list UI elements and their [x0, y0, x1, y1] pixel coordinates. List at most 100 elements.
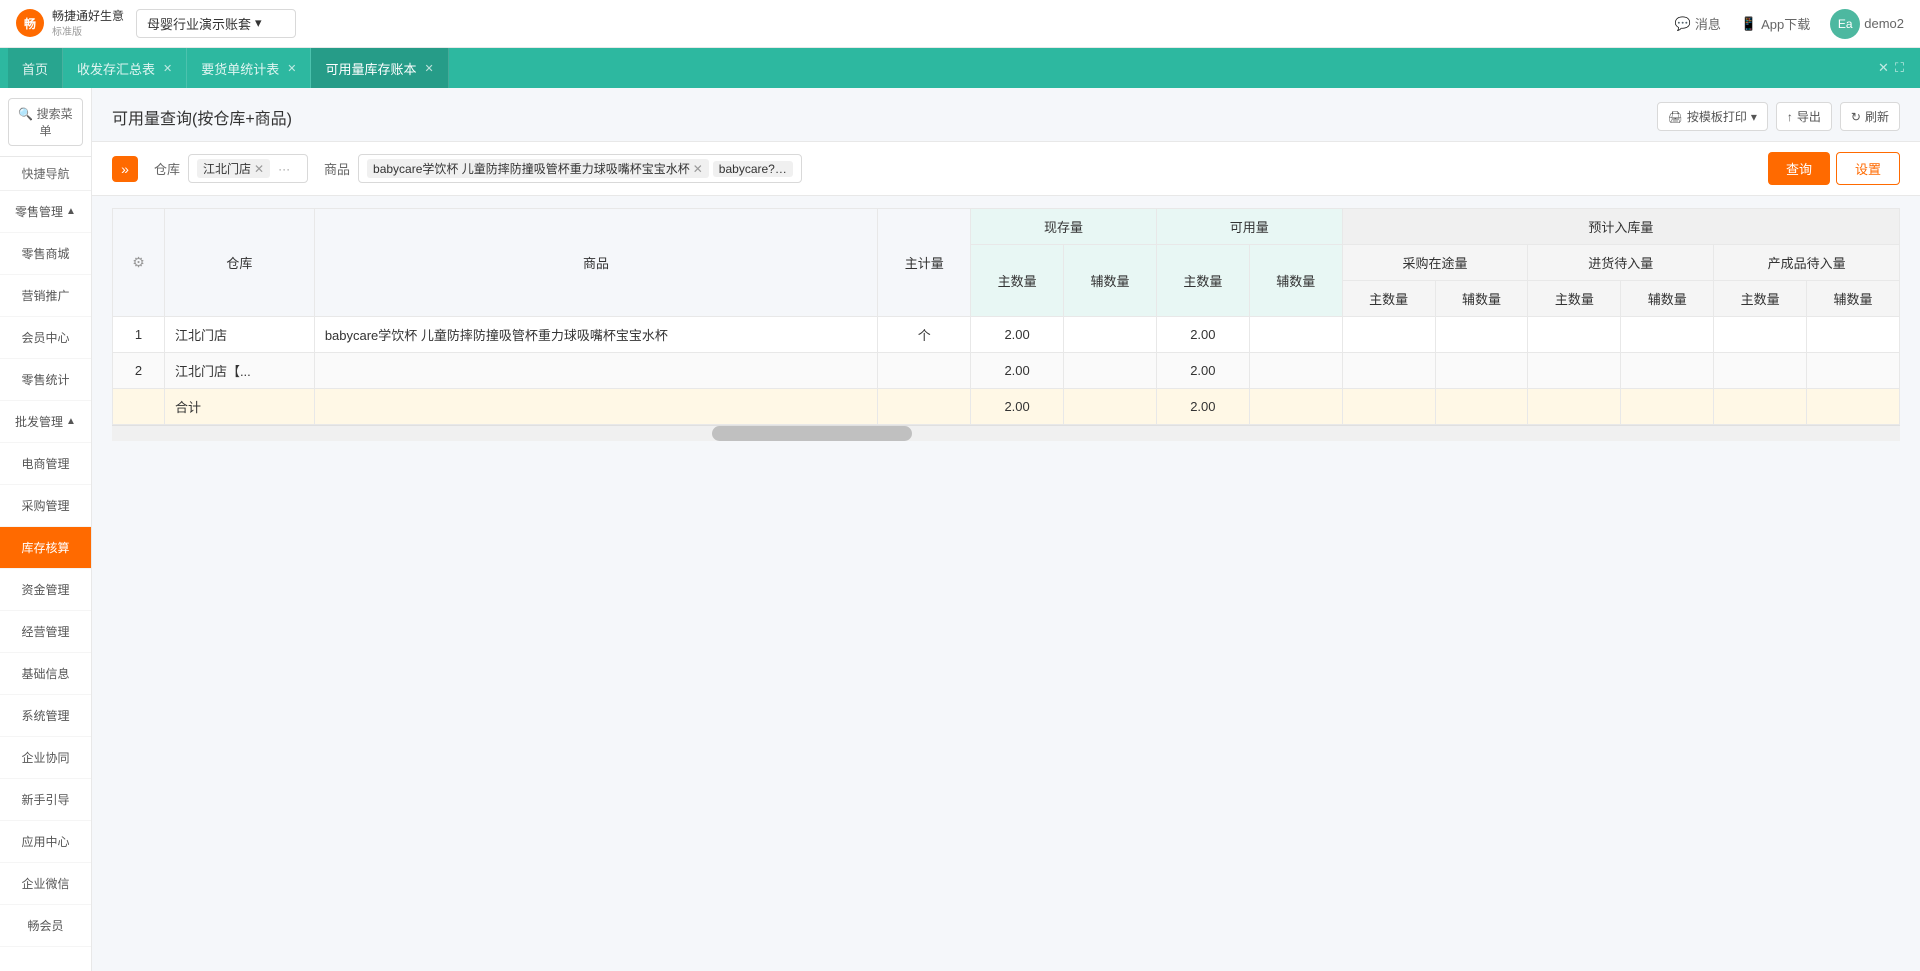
sidebar-item-retail-mgmt[interactable]: 零售管理 ▲ — [0, 191, 91, 233]
product-tag-1-remove[interactable]: ✕ — [693, 162, 703, 176]
sidebar-item-inventory-check[interactable]: 库存核算 — [0, 527, 91, 569]
sidebar-item-operation[interactable]: 经营管理 — [0, 611, 91, 653]
th-current-main: 主数量 — [971, 245, 1064, 317]
summary-current-main: 2.00 — [971, 389, 1064, 425]
sidebar-item-member[interactable]: 畅会员 — [0, 905, 91, 947]
logo-sub: 标准版 — [52, 23, 124, 38]
gear-icon[interactable]: ⚙ — [132, 254, 145, 270]
logo-text: 畅捷通好生意 — [52, 9, 124, 23]
tab-available-ledger-close[interactable]: ✕ — [425, 62, 434, 75]
row1-current-aux — [1064, 317, 1157, 353]
chevron-down-icon3: ▾ — [1751, 110, 1757, 124]
tab-available-ledger[interactable]: 可用量库存账本 ✕ — [311, 48, 448, 88]
nav-tabs: 首页 收发存汇总表 ✕ 要货单统计表 ✕ 可用量库存账本 ✕ ✕ ⛶ — [0, 48, 1920, 88]
row2-warehouse: 江北门店【... — [164, 353, 314, 389]
close-all-icon: ✕ — [1878, 60, 1889, 76]
row2-purchase-main — [1342, 353, 1435, 389]
row1-available-main: 2.00 — [1156, 317, 1249, 353]
print-icon: 🖨 — [1668, 110, 1683, 124]
row2-current-main: 2.00 — [971, 353, 1064, 389]
page-title: 可用量查询(按仓库+商品) — [112, 105, 292, 129]
sidebar-member-label: 畅会员 — [27, 917, 63, 934]
scrollbar-thumb[interactable] — [712, 426, 912, 441]
industry-select[interactable]: 母婴行业演示账套 ▾ — [136, 9, 296, 38]
user-name: demo2 — [1864, 16, 1904, 31]
search-menu-btn[interactable]: 🔍 搜索菜单 — [8, 98, 83, 146]
industry-label: 母婴行业演示账套 — [147, 14, 251, 33]
tab-receive-summary[interactable]: 收发存汇总表 ✕ — [63, 48, 187, 88]
tab-receive-summary-close[interactable]: ✕ — [163, 62, 172, 75]
maximize-icon: ⛶ — [1895, 60, 1904, 76]
content-area: 可用量查询(按仓库+商品) 🖨 按模板打印 ▾ ↑ 导出 ↻ 刷新 — [92, 88, 1920, 971]
table-container: ⚙ 仓库 商品 主计量 现存量 可用量 预计入库量 主数量 辅数量 主数量 辅数… — [92, 196, 1920, 971]
row1-warehouse: 江北门店 — [164, 317, 314, 353]
sidebar-new-guide-label: 新手引导 — [21, 791, 69, 808]
product-input[interactable]: babycare学饮杯 儿童防摔防撞吸管杯重力球吸嘴杯宝宝水杯 ✕ babyca… — [358, 154, 802, 183]
tab-home[interactable]: 首页 — [8, 48, 63, 88]
sidebar-item-finance[interactable]: 资金管理 — [0, 569, 91, 611]
sidebar-item-member-center[interactable]: 会员中心 — [0, 317, 91, 359]
tab-receive-summary-label: 收发存汇总表 — [77, 59, 155, 78]
sidebar-finance-label: 资金管理 — [21, 581, 69, 598]
sidebar-item-system[interactable]: 系统管理 — [0, 695, 91, 737]
page-actions: 🖨 按模板打印 ▾ ↑ 导出 ↻ 刷新 — [1657, 102, 1900, 131]
filter-expand-btn[interactable]: » — [112, 156, 138, 182]
sidebar-item-retail-mall[interactable]: 零售商城 — [0, 233, 91, 275]
th-purchase: 采购在途量 — [1342, 245, 1528, 281]
chevron-down-icon: ▾ — [255, 15, 262, 31]
top-bar-right: 💬 消息 📱 App下载 Ea demo2 — [1675, 9, 1904, 39]
quick-nav-label: 快捷导航 — [21, 167, 69, 181]
sidebar-item-marketing[interactable]: 营销推广 — [0, 275, 91, 317]
sidebar-item-purchase[interactable]: 采购管理 — [0, 485, 91, 527]
message-icon: 💬 — [1675, 16, 1691, 32]
sidebar-item-basic-info[interactable]: 基础信息 — [0, 653, 91, 695]
warehouse-input[interactable]: 江北门店 ✕ ··· — [188, 154, 308, 183]
sidebar-item-enterprise-wechat[interactable]: 企业微信 — [0, 863, 91, 905]
message-btn[interactable]: 💬 消息 — [1675, 14, 1721, 33]
export-btn[interactable]: ↑ 导出 — [1776, 102, 1832, 131]
warehouse-dots[interactable]: ··· — [274, 162, 294, 176]
print-template-btn[interactable]: 🖨 按模板打印 ▾ — [1657, 102, 1768, 131]
th-purchase-aux: 辅数量 — [1435, 281, 1528, 317]
expand-icon: » — [121, 161, 129, 177]
horizontal-scrollbar[interactable] — [112, 425, 1900, 441]
sidebar-marketing-label: 营销推广 — [21, 287, 69, 304]
user-area[interactable]: Ea demo2 — [1830, 9, 1904, 39]
tab-order-stats-close[interactable]: ✕ — [287, 62, 296, 75]
quick-nav-btn[interactable]: 快捷导航 — [0, 157, 91, 191]
sidebar-item-enterprise-collab[interactable]: 企业协同 — [0, 737, 91, 779]
sidebar-item-ecommerce[interactable]: 电商管理 — [0, 443, 91, 485]
summary-p5 — [1714, 389, 1807, 425]
warehouse-tag-remove[interactable]: ✕ — [254, 162, 264, 176]
sidebar-item-new-guide[interactable]: 新手引导 — [0, 779, 91, 821]
filter-row: » 仓库 江北门店 ✕ ··· 商品 babycare学饮杯 儿童防摔防撞吸管杯… — [92, 142, 1920, 196]
th-gear[interactable]: ⚙ — [113, 209, 165, 317]
tab-order-stats[interactable]: 要货单统计表 ✕ — [187, 48, 311, 88]
refresh-btn[interactable]: ↻ 刷新 — [1840, 102, 1900, 131]
th-incoming-main: 主数量 — [1528, 281, 1621, 317]
tab-available-ledger-label: 可用量库存账本 — [325, 59, 416, 78]
tab-order-stats-label: 要货单统计表 — [201, 59, 279, 78]
row1-current-main: 2.00 — [971, 317, 1064, 353]
settings-btn[interactable]: 设置 — [1836, 152, 1900, 185]
sidebar-purchase-label: 采购管理 — [21, 497, 69, 514]
th-warehouse: 仓库 — [164, 209, 314, 317]
tabs-close-all[interactable]: ✕ ⛶ — [1870, 48, 1912, 88]
sidebar-item-app-center[interactable]: 应用中心 — [0, 821, 91, 863]
summary-current-aux — [1064, 389, 1157, 425]
logo-text-area: 畅捷通好生意 标准版 — [52, 9, 124, 38]
row2-unit — [878, 353, 971, 389]
logo-icon: 畅 — [16, 9, 44, 37]
logo-area: 畅 畅捷通好生意 标准版 — [16, 9, 124, 38]
query-btn[interactable]: 查询 — [1768, 152, 1830, 185]
th-purchase-main: 主数量 — [1342, 281, 1435, 317]
sidebar-item-wholesale-mgmt[interactable]: 批发管理 ▲ — [0, 401, 91, 443]
app-download-label: App下载 — [1761, 14, 1810, 33]
sidebar-item-retail-stats[interactable]: 零售统计 — [0, 359, 91, 401]
sidebar-enterprise-collab-label: 企业协同 — [21, 749, 69, 766]
row1-unit: 个 — [878, 317, 971, 353]
summary-available-aux — [1249, 389, 1342, 425]
summary-row: 合计 2.00 2.00 — [113, 389, 1900, 425]
app-download-btn[interactable]: 📱 App下载 — [1741, 14, 1810, 33]
th-product-incoming: 产成品待入量 — [1714, 245, 1900, 281]
